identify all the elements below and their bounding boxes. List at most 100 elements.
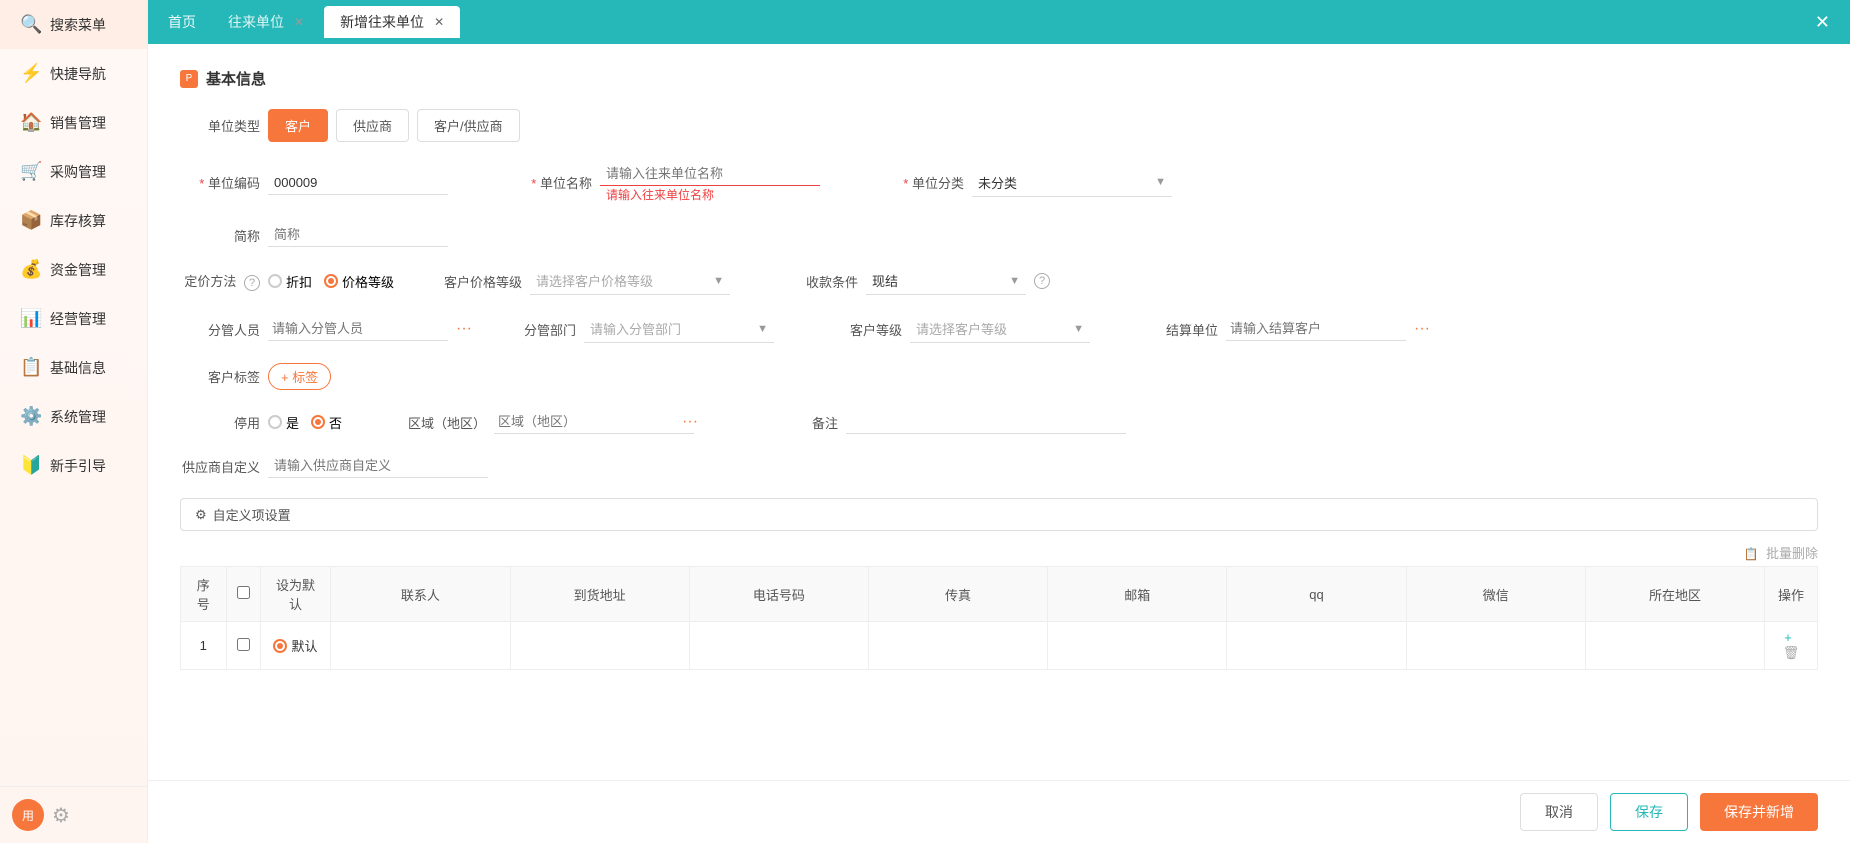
close-main-button[interactable]: ✕ — [1803, 12, 1842, 33]
settings-icon[interactable]: ⚙ — [52, 803, 70, 828]
manager-dots-button[interactable]: ··· — [452, 320, 476, 338]
customer-level-select[interactable]: 请选择客户等级 ▼ — [910, 315, 1090, 343]
save-button[interactable]: 保存 — [1610, 793, 1688, 831]
add-tag-button[interactable]: + 标签 — [268, 363, 331, 390]
cancel-button[interactable]: 取消 — [1520, 793, 1598, 831]
cell-contact[interactable] — [331, 622, 510, 670]
unit-category-select[interactable]: 未分类 ▼ — [972, 169, 1172, 197]
batch-delete-icon: 📋 — [1744, 547, 1759, 561]
sidebar-item-purchase[interactable]: 🛒 采购管理 — [0, 147, 147, 196]
customer-price-level-select[interactable]: 请选择客户价格等级 ▼ — [530, 267, 730, 295]
unit-type-button-group: 客户 供应商 客户/供应商 — [268, 109, 520, 142]
unit-type-both-button[interactable]: 客户/供应商 — [417, 109, 520, 142]
sidebar-item-sales[interactable]: 🏠 销售管理 — [0, 98, 147, 147]
customer-price-level-label: 客户价格等级 — [442, 272, 522, 291]
sidebar-item-label: 新手引导 — [50, 456, 106, 476]
sidebar-item-search[interactable]: 🔍 搜索菜单 — [0, 0, 147, 49]
default-radio[interactable]: 默认 — [271, 636, 321, 655]
main-area: 首页 往来单位 ✕ 新增往来单位 ✕ ✕ P 基本信息 单位类型 客户 供应商 … — [148, 0, 1850, 843]
payment-help-icon[interactable]: ? — [1034, 273, 1050, 289]
col-phone: 电话号码 — [689, 567, 868, 622]
cell-qq[interactable] — [1227, 622, 1406, 670]
disabled-no-radio[interactable]: 否 — [311, 413, 342, 432]
pricing-level-radio[interactable]: 价格等级 — [324, 272, 394, 291]
manager-input[interactable] — [268, 317, 452, 340]
cell-email[interactable] — [1048, 622, 1227, 670]
sidebar-item-label: 经营管理 — [50, 309, 106, 329]
sidebar-item-inventory[interactable]: 📦 库存核算 — [0, 196, 147, 245]
sidebar-item-quick-nav[interactable]: ⚡ 快捷导航 — [0, 49, 147, 98]
close-tab-new-counterparty[interactable]: ✕ — [434, 15, 444, 29]
unit-type-customer-button[interactable]: 客户 — [268, 109, 328, 142]
sidebar-item-base[interactable]: 📋 基础信息 — [0, 343, 147, 392]
phone-input[interactable] — [700, 638, 858, 653]
sales-icon: 🏠 — [20, 112, 42, 133]
tab-new-counterparty[interactable]: 新增往来单位 ✕ — [324, 6, 460, 38]
disabled-yes-radio[interactable]: 是 — [268, 413, 299, 432]
supplier-custom-row: 供应商自定义 — [180, 454, 1818, 478]
cell-seq: 1 — [181, 622, 227, 670]
dept-select[interactable]: 请输入分管部门 ▼ — [584, 315, 774, 343]
section-header-basic-info: P 基本信息 — [180, 68, 1818, 89]
close-tab-counterparty[interactable]: ✕ — [294, 15, 304, 29]
unit-code-label: * 单位编码 — [180, 173, 260, 192]
unit-name-error-message: 请输入往来单位名称 — [606, 186, 820, 203]
alias-input[interactable] — [268, 223, 448, 247]
payment-terms-select[interactable]: 现结 ▼ — [866, 267, 1026, 295]
select-all-checkbox[interactable] — [237, 586, 250, 599]
sidebar-item-label: 搜索菜单 — [50, 15, 106, 35]
cell-address[interactable] — [510, 622, 689, 670]
default-radio-dot — [273, 639, 287, 653]
sidebar-item-guide[interactable]: 🔰 新手引导 — [0, 441, 147, 490]
contact-input[interactable] — [341, 638, 499, 653]
operations-icon: 📊 — [20, 308, 42, 329]
sidebar-item-label: 系统管理 — [50, 407, 106, 427]
row-region-input[interactable] — [1596, 638, 1754, 653]
unit-code-input[interactable] — [268, 171, 448, 195]
cell-fax[interactable] — [868, 622, 1047, 670]
sidebar-item-label: 资金管理 — [50, 260, 106, 280]
sidebar-item-finance[interactable]: 💰 资金管理 — [0, 245, 147, 294]
sidebar-item-system[interactable]: ⚙️ 系统管理 — [0, 392, 147, 441]
alias-row: 简称 — [180, 223, 1818, 247]
delete-row-button[interactable]: 🗑 — [1783, 645, 1800, 660]
supplier-custom-input[interactable] — [268, 454, 488, 478]
fax-input[interactable] — [879, 638, 1037, 653]
sidebar: 🔍 搜索菜单 ⚡ 快捷导航 🏠 销售管理 🛒 采购管理 📦 库存核算 💰 资金管… — [0, 0, 148, 843]
pricing-discount-radio[interactable]: 折扣 — [268, 272, 312, 291]
unit-type-label: 单位类型 — [180, 116, 260, 135]
sidebar-item-operations[interactable]: 📊 经营管理 — [0, 294, 147, 343]
dept-label: 分管部门 — [496, 320, 576, 339]
inventory-icon: 📦 — [20, 210, 42, 231]
region-dots-button[interactable]: ··· — [678, 413, 702, 431]
contacts-table: 序号 设为默认 联系人 到货地址 电话号码 传真 邮箱 qq 微信 所在地区 操… — [180, 566, 1818, 670]
email-input[interactable] — [1058, 638, 1216, 653]
pricing-help-icon[interactable]: ? — [244, 275, 260, 291]
region-input[interactable] — [494, 410, 678, 433]
wechat-input[interactable] — [1417, 638, 1575, 653]
row-checkbox[interactable] — [237, 638, 250, 651]
pricing-row: 定价方法 ? 折扣 价格等级 客户价格等级 请选择客户价格等级 ▼ — [180, 267, 1818, 295]
payment-terms-label: 收款条件 — [778, 272, 858, 291]
cell-phone[interactable] — [689, 622, 868, 670]
address-input[interactable] — [521, 638, 679, 653]
settlement-unit-input[interactable] — [1226, 317, 1410, 340]
chevron-down-icon: ▼ — [1009, 275, 1020, 287]
add-row-button[interactable]: + — [1784, 630, 1792, 645]
quick-nav-icon: ⚡ — [20, 63, 42, 84]
save-and-new-button[interactable]: 保存并新增 — [1700, 793, 1818, 831]
unit-type-row: 单位类型 客户 供应商 客户/供应商 — [180, 109, 1818, 142]
custom-settings-button[interactable]: ⚙ 自定义项设置 — [180, 498, 1818, 531]
notes-input[interactable] — [846, 410, 1126, 434]
unit-type-supplier-button[interactable]: 供应商 — [336, 109, 409, 142]
tab-home[interactable]: 首页 — [156, 6, 208, 38]
cell-region[interactable] — [1585, 622, 1764, 670]
settlement-dots-button[interactable]: ··· — [1410, 320, 1434, 338]
qq-input[interactable] — [1237, 638, 1395, 653]
col-wechat: 微信 — [1406, 567, 1585, 622]
unit-name-input[interactable] — [600, 162, 820, 186]
col-default: 设为默认 — [260, 567, 331, 622]
tab-counterparty[interactable]: 往来单位 ✕ — [212, 6, 320, 38]
sidebar-bottom: 用 ⚙ — [0, 786, 147, 843]
cell-wechat[interactable] — [1406, 622, 1585, 670]
